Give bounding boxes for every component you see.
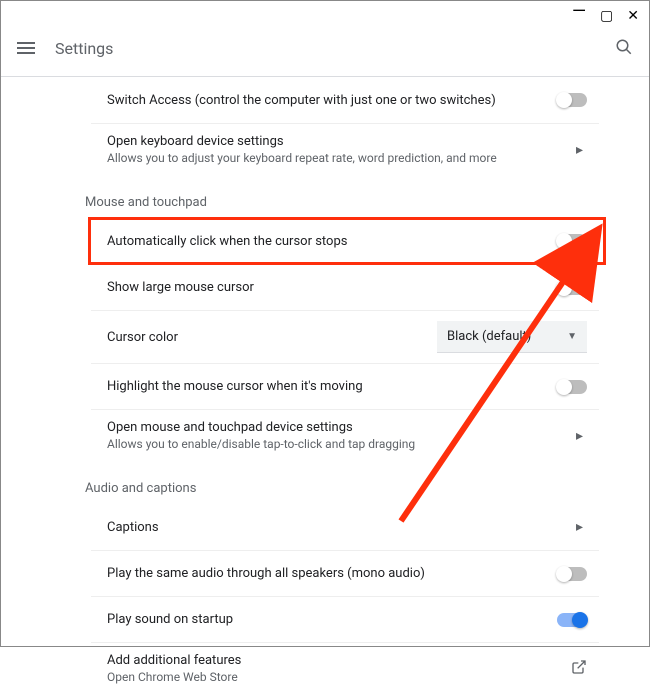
chevron-right-icon[interactable]: ▸ xyxy=(572,519,587,535)
section-mouse-touchpad: Mouse and touchpad xyxy=(85,175,599,218)
mouse-settings-sub: Allows you to enable/disable tap-to-clic… xyxy=(107,437,572,451)
row-mono-audio[interactable]: Play the same audio through all speakers… xyxy=(91,550,599,596)
row-large-cursor[interactable]: Show large mouse cursor xyxy=(91,264,599,310)
highlight-cursor-label: Highlight the mouse cursor when it's mov… xyxy=(107,379,557,394)
maximize-icon[interactable]: ▢ xyxy=(600,9,613,23)
hamburger-menu-icon[interactable] xyxy=(17,39,37,59)
row-startup-sound[interactable]: Play sound on startup xyxy=(91,596,599,642)
keyboard-settings-sub: Allows you to adjust your keyboard repea… xyxy=(107,151,572,165)
row-mouse-settings[interactable]: Open mouse and touchpad device settings … xyxy=(91,409,599,461)
autoclick-label: Automatically click when the cursor stop… xyxy=(107,234,557,249)
page-title: Settings xyxy=(55,39,615,58)
row-add-features[interactable]: Add additional features Open Chrome Web … xyxy=(91,642,599,694)
add-features-title: Add additional features xyxy=(107,653,571,668)
cursor-color-value: Black (default) xyxy=(447,329,531,344)
cursor-color-label: Cursor color xyxy=(107,330,437,345)
row-highlight-cursor[interactable]: Highlight the mouse cursor when it's mov… xyxy=(91,363,599,409)
captions-label: Captions xyxy=(107,520,572,535)
row-switch-access[interactable]: Switch Access (control the computer with… xyxy=(91,77,599,123)
autoclick-toggle[interactable] xyxy=(557,234,587,248)
mono-audio-toggle[interactable] xyxy=(557,567,587,581)
large-cursor-toggle[interactable] xyxy=(557,281,587,295)
startup-sound-toggle[interactable] xyxy=(557,613,587,627)
keyboard-settings-title: Open keyboard device settings xyxy=(107,134,572,149)
cursor-color-select[interactable]: Black (default) ▼ xyxy=(437,321,587,353)
mouse-settings-title: Open mouse and touchpad device settings xyxy=(107,420,572,435)
chevron-right-icon[interactable]: ▸ xyxy=(572,428,587,444)
row-captions[interactable]: Captions ▸ xyxy=(91,504,599,550)
row-keyboard-settings[interactable]: Open keyboard device settings Allows you… xyxy=(91,123,599,175)
row-autoclick[interactable]: Automatically click when the cursor stop… xyxy=(91,218,599,264)
search-icon[interactable] xyxy=(615,38,633,60)
switch-access-toggle[interactable] xyxy=(557,93,587,107)
minimize-icon[interactable]: — xyxy=(572,3,586,21)
external-link-icon[interactable] xyxy=(571,659,587,679)
close-icon[interactable]: ✕ xyxy=(627,9,639,23)
app-header: Settings xyxy=(1,21,649,77)
mono-audio-label: Play the same audio through all speakers… xyxy=(107,566,557,581)
add-features-sub: Open Chrome Web Store xyxy=(107,670,571,684)
chevron-right-icon[interactable]: ▸ xyxy=(572,142,587,158)
row-cursor-color: Cursor color Black (default) ▼ xyxy=(91,310,599,363)
section-audio-captions: Audio and captions xyxy=(85,461,599,504)
switch-access-label: Switch Access (control the computer with… xyxy=(107,93,557,108)
highlight-cursor-toggle[interactable] xyxy=(557,380,587,394)
startup-sound-label: Play sound on startup xyxy=(107,612,557,627)
large-cursor-label: Show large mouse cursor xyxy=(107,280,557,295)
settings-content: Switch Access (control the computer with… xyxy=(1,77,649,694)
window-controls: — ▢ ✕ xyxy=(572,7,639,25)
caret-down-icon: ▼ xyxy=(567,331,577,342)
